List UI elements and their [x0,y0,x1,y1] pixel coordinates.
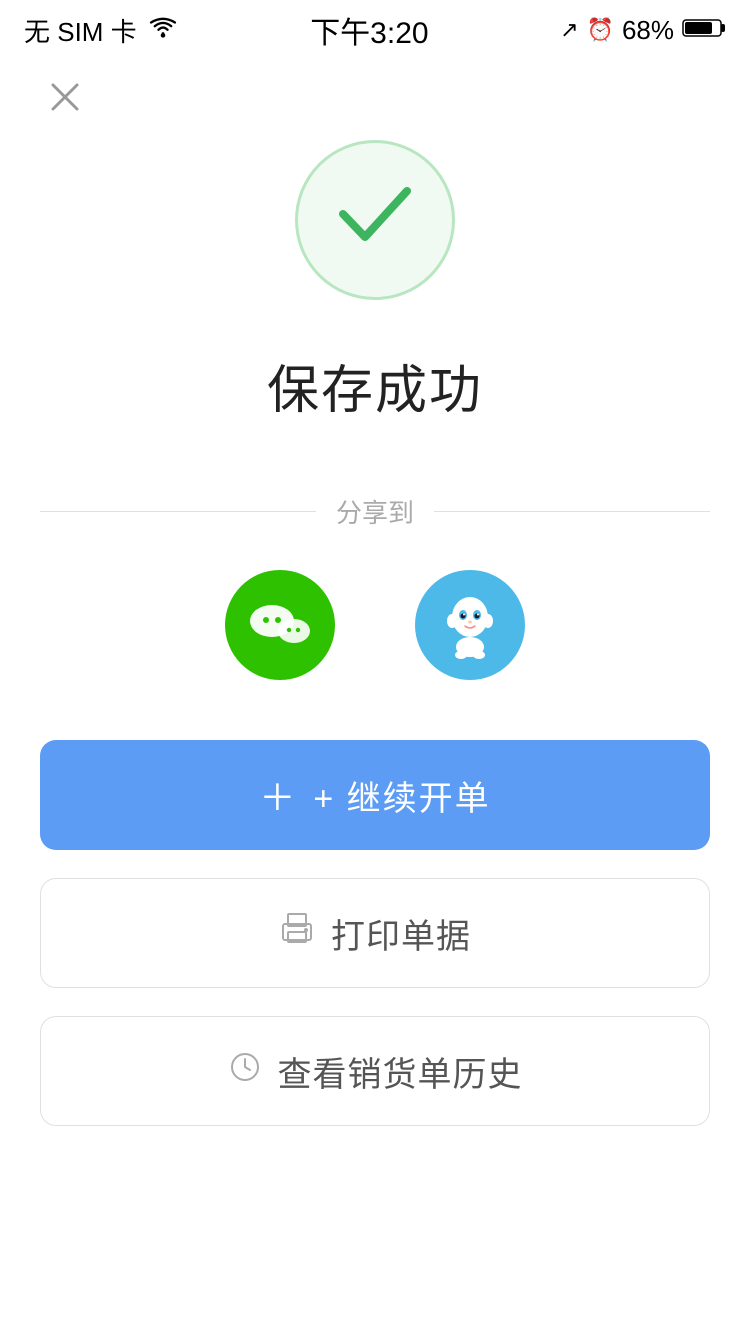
qq-share-button[interactable] [415,570,525,680]
history-button[interactable]: 查看销货单历史 [40,1016,710,1126]
share-section: 分享到 [0,493,750,680]
main-content: 保存成功 分享到 [0,60,750,1126]
share-label: 分享到 [336,493,414,530]
continue-button[interactable]: ＋ + 继续开单 [40,740,710,850]
success-circle [295,140,455,300]
status-left: 无 SIM 卡 [24,12,179,49]
print-icon [279,912,315,954]
share-line-left [40,511,316,512]
print-button[interactable]: 打印单据 [40,878,710,988]
no-sim-label: 无 SIM 卡 [24,12,137,49]
status-right: ↗ ⏰ 68% [560,15,726,46]
history-label: 查看销货单历史 [278,1047,523,1096]
close-button[interactable] [40,72,90,122]
alarm-icon: ⏰ [587,17,614,43]
checkmark-icon [335,179,415,262]
wechat-share-button[interactable] [225,570,335,680]
wifi-icon [147,15,179,46]
continue-label: + 继续开单 [313,771,490,820]
battery-label: 68% [622,15,674,46]
success-title: 保存成功 [267,348,483,423]
continue-plus-icon: ＋ [259,769,297,821]
share-icons [225,570,525,680]
share-label-row: 分享到 [0,493,750,530]
history-icon [228,1050,262,1093]
status-time: 下午3:20 [310,8,428,52]
share-line-right [434,511,710,512]
status-bar: 无 SIM 卡 下午3:20 ↗ ⏰ 68% [0,0,750,60]
battery-icon [682,15,726,46]
buttons-section: ＋ + 继续开单 打印单据 查看销货单历 [0,740,750,1126]
location-icon: ↗ [560,17,578,43]
print-label: 打印单据 [331,909,471,958]
